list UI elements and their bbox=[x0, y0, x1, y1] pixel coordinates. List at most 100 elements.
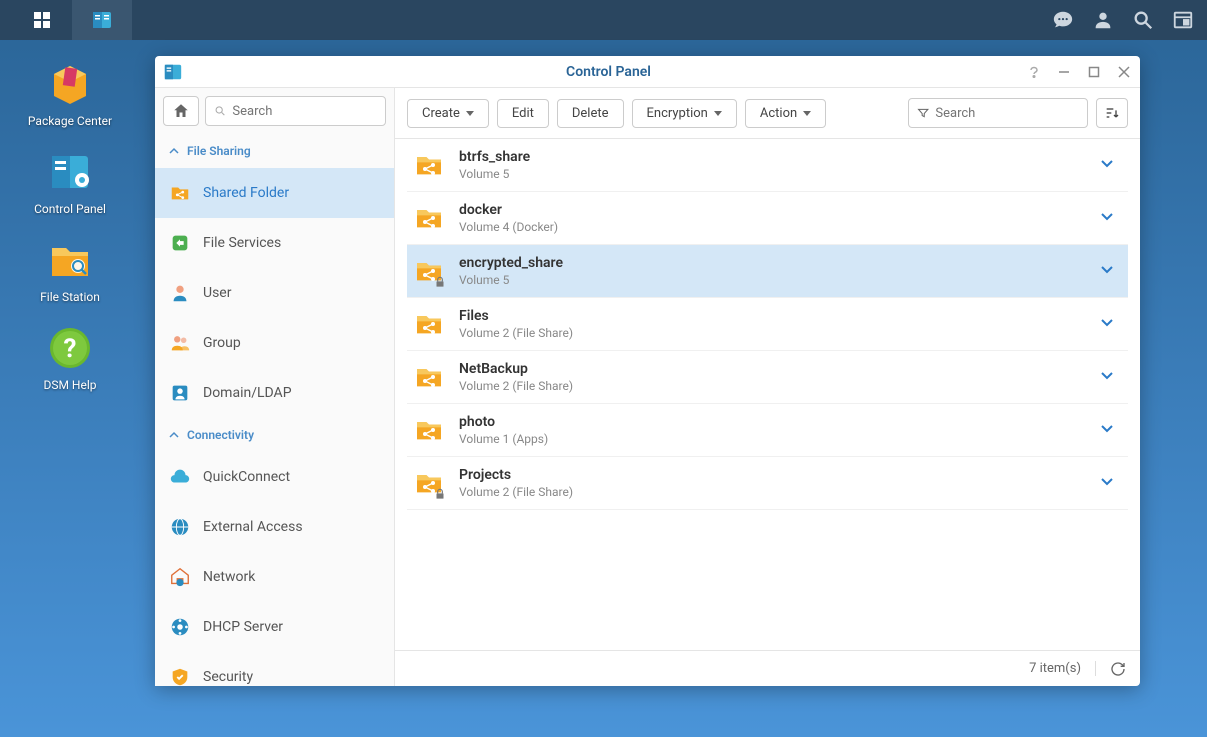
expand-button[interactable] bbox=[1092, 315, 1122, 334]
main-search[interactable] bbox=[908, 98, 1088, 128]
sidebar-item-label: Domain/LDAP bbox=[203, 385, 292, 401]
desktop-icon-label: File Station bbox=[40, 290, 100, 304]
sidebar-item-security[interactable]: Security bbox=[155, 652, 394, 686]
folder-row[interactable]: btrfs_share Volume 5 bbox=[407, 139, 1128, 192]
folder-row[interactable]: docker Volume 4 (Docker) bbox=[407, 192, 1128, 245]
external-access-icon bbox=[169, 516, 191, 538]
sidebar-search[interactable] bbox=[205, 96, 386, 126]
folder-row[interactable]: Projects Volume 2 (File Share) bbox=[407, 457, 1128, 510]
desktop-icon-control-panel[interactable]: Control Panel bbox=[20, 148, 120, 216]
sidebar-item-quickconnect[interactable]: QuickConnect bbox=[155, 452, 394, 502]
file-services-icon bbox=[169, 232, 191, 254]
window-app-icon bbox=[163, 62, 183, 82]
sidebar-item-dhcp-server[interactable]: DHCP Server bbox=[155, 602, 394, 652]
sidebar-item-network[interactable]: Network bbox=[155, 552, 394, 602]
encryption-button[interactable]: Encryption bbox=[632, 99, 737, 128]
lock-icon bbox=[433, 487, 447, 501]
maximize-button[interactable] bbox=[1086, 64, 1102, 80]
file-station-icon bbox=[46, 236, 94, 284]
expand-button[interactable] bbox=[1092, 368, 1122, 387]
widgets-icon[interactable] bbox=[1171, 8, 1195, 32]
chat-icon[interactable] bbox=[1051, 8, 1075, 32]
folder-subtitle: Volume 5 bbox=[459, 167, 1092, 181]
folder-name: NetBackup bbox=[459, 361, 1092, 377]
folder-subtitle: Volume 2 (File Share) bbox=[459, 379, 1092, 393]
chevron-down-icon bbox=[1100, 263, 1114, 277]
taskbar-app-control-panel[interactable] bbox=[72, 0, 132, 40]
chevron-up-icon bbox=[169, 146, 179, 156]
desktop-icon-label: Control Panel bbox=[34, 202, 106, 216]
sidebar-item-label: DHCP Server bbox=[203, 619, 283, 635]
share-folder-icon bbox=[413, 308, 445, 340]
user-icon[interactable] bbox=[1091, 8, 1115, 32]
share-folder-icon bbox=[413, 255, 445, 287]
main-search-input[interactable] bbox=[935, 106, 1079, 121]
folder-subtitle: Volume 1 (Apps) bbox=[459, 432, 1092, 446]
chevron-down-icon bbox=[1100, 475, 1114, 489]
window-header: Control Panel bbox=[155, 56, 1140, 88]
desktop: Package Center Control Panel File Statio… bbox=[0, 40, 140, 432]
svg-text:?: ? bbox=[64, 334, 77, 364]
folder-name: Files bbox=[459, 308, 1092, 324]
main-menu-button[interactable] bbox=[12, 0, 72, 40]
expand-button[interactable] bbox=[1092, 474, 1122, 493]
sidebar-item-label: Group bbox=[203, 335, 241, 351]
folder-row[interactable]: photo Volume 1 (Apps) bbox=[407, 404, 1128, 457]
refresh-button[interactable] bbox=[1110, 661, 1126, 677]
expand-button[interactable] bbox=[1092, 156, 1122, 175]
control-panel-window: Control Panel File Sharing bbox=[155, 56, 1140, 686]
sidebar-item-shared-folder[interactable]: Shared Folder bbox=[155, 168, 394, 218]
action-button[interactable]: Action bbox=[745, 99, 826, 128]
dhcp-server-icon bbox=[169, 616, 191, 638]
sidebar-item-external-access[interactable]: External Access bbox=[155, 502, 394, 552]
section-connectivity[interactable]: Connectivity bbox=[155, 418, 394, 452]
sidebar-item-file-services[interactable]: File Services bbox=[155, 218, 394, 268]
search-icon[interactable] bbox=[1131, 8, 1155, 32]
folder-row[interactable]: NetBackup Volume 2 (File Share) bbox=[407, 351, 1128, 404]
help-button[interactable] bbox=[1026, 64, 1042, 80]
sort-button[interactable] bbox=[1096, 98, 1128, 128]
caret-down-icon bbox=[714, 111, 722, 116]
expand-button[interactable] bbox=[1092, 262, 1122, 281]
desktop-icon-label: Package Center bbox=[28, 114, 112, 128]
share-folder-icon bbox=[413, 414, 445, 446]
expand-button[interactable] bbox=[1092, 421, 1122, 440]
domain-ldap-icon bbox=[169, 382, 191, 404]
desktop-icon-package-center[interactable]: Package Center bbox=[20, 60, 120, 128]
share-folder-icon bbox=[413, 149, 445, 181]
folder-name: Projects bbox=[459, 467, 1092, 483]
folder-row[interactable]: encrypted_share Volume 5 bbox=[407, 245, 1128, 298]
sidebar-search-input[interactable] bbox=[232, 104, 377, 119]
sidebar-item-group[interactable]: Group bbox=[155, 318, 394, 368]
group-icon bbox=[169, 332, 191, 354]
folder-row[interactable]: Files Volume 2 (File Share) bbox=[407, 298, 1128, 351]
delete-button[interactable]: Delete bbox=[557, 99, 624, 128]
chevron-down-icon bbox=[1100, 316, 1114, 330]
chevron-up-icon bbox=[169, 430, 179, 440]
expand-button[interactable] bbox=[1092, 209, 1122, 228]
item-count: 7 item(s) bbox=[1029, 661, 1096, 676]
sidebar-item-user[interactable]: User bbox=[155, 268, 394, 318]
caret-down-icon bbox=[803, 111, 811, 116]
desktop-icon-dsm-help[interactable]: ? DSM Help bbox=[20, 324, 120, 392]
desktop-icon-file-station[interactable]: File Station bbox=[20, 236, 120, 304]
folder-subtitle: Volume 2 (File Share) bbox=[459, 485, 1092, 499]
sidebar-item-domain-ldap[interactable]: Domain/LDAP bbox=[155, 368, 394, 418]
shared-folder-icon bbox=[169, 182, 191, 204]
lock-icon bbox=[433, 275, 447, 289]
home-button[interactable] bbox=[163, 96, 199, 126]
quickconnect-icon bbox=[169, 466, 191, 488]
folder-name: btrfs_share bbox=[459, 149, 1092, 165]
close-button[interactable] bbox=[1116, 64, 1132, 80]
section-file-sharing[interactable]: File Sharing bbox=[155, 134, 394, 168]
share-folder-icon bbox=[413, 202, 445, 234]
edit-button[interactable]: Edit bbox=[497, 99, 549, 128]
toolbar: Create Edit Delete Encryption Action bbox=[395, 88, 1140, 139]
minimize-button[interactable] bbox=[1056, 64, 1072, 80]
create-button[interactable]: Create bbox=[407, 99, 489, 128]
main-panel: Create Edit Delete Encryption Action btr bbox=[395, 88, 1140, 686]
folder-subtitle: Volume 4 (Docker) bbox=[459, 220, 1092, 234]
chevron-down-icon bbox=[1100, 422, 1114, 436]
chevron-down-icon bbox=[1100, 210, 1114, 224]
chevron-down-icon bbox=[1100, 157, 1114, 171]
